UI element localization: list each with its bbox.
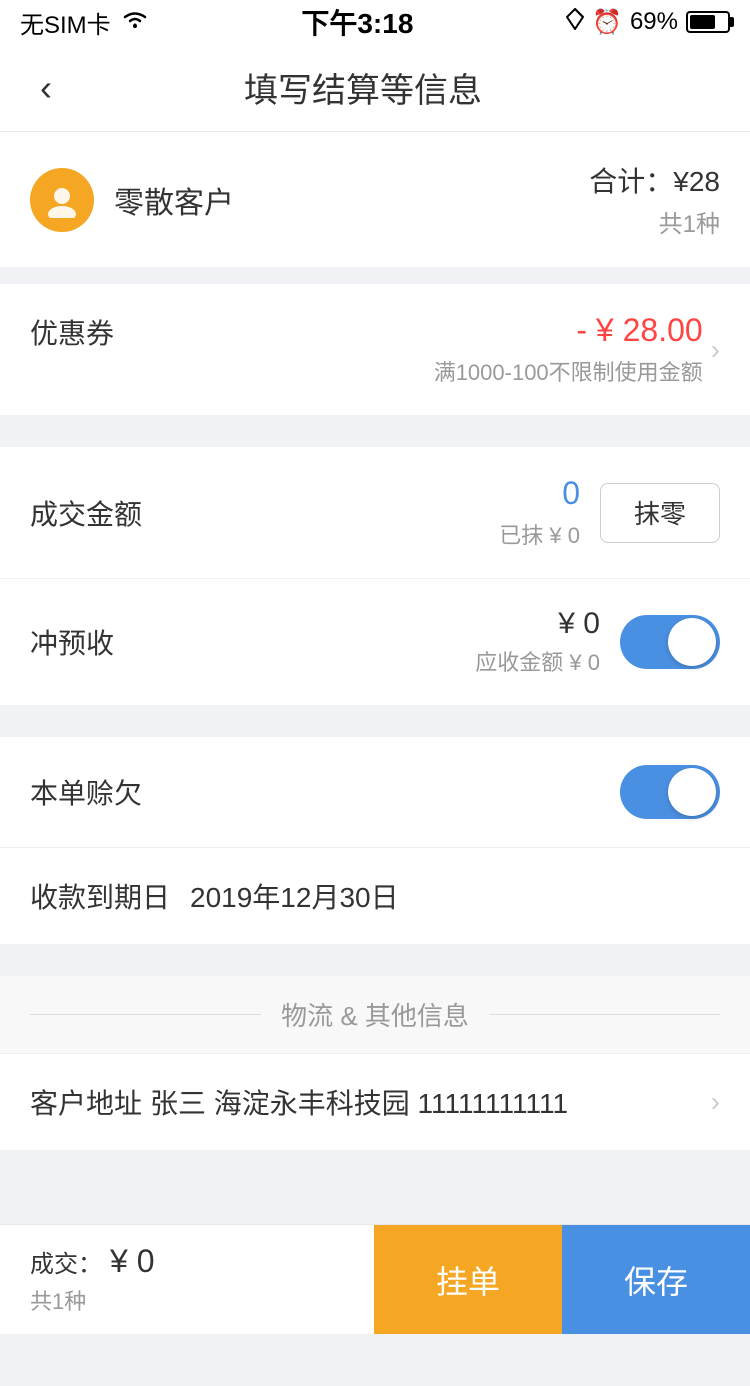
- wifi-icon: [121, 8, 149, 36]
- network-label: 无SIM卡: [20, 5, 111, 40]
- divider-1: [0, 431, 750, 447]
- prereceive-right: ¥ 0 应收金额 ¥ 0: [475, 607, 720, 677]
- coupon-section: 优惠券 - ¥ 28.00 满1000-100不限制使用金额 ›: [0, 283, 750, 415]
- battery-icon: [686, 11, 730, 33]
- toggle-knob: [668, 618, 716, 666]
- credit-label: 本单赊欠: [30, 772, 142, 812]
- customer-total: 合计：¥28: [589, 160, 720, 200]
- bottom-deal-label: 成交：: [30, 1244, 102, 1279]
- address-label: 客户地址: [30, 1082, 150, 1122]
- customer-row: 零散客户 合计：¥28 共1种: [0, 132, 750, 267]
- amount-section: 成交金额 0 已抹 ¥ 0 抹零 冲预收 ¥ 0 应收金额 ¥ 0: [0, 447, 750, 705]
- amount-value[interactable]: 0: [499, 475, 580, 512]
- avatar: [30, 168, 94, 232]
- coupon-value-container: - ¥ 28.00 满1000-100不限制使用金额: [434, 312, 703, 387]
- divider-line-left: [30, 1014, 261, 1015]
- address-arrow-icon: ›: [711, 1086, 720, 1118]
- chevron-right-icon: ›: [711, 334, 720, 366]
- back-button[interactable]: ‹: [30, 57, 62, 119]
- coupon-row[interactable]: 优惠券 - ¥ 28.00 满1000-100不限制使用金额 ›: [0, 283, 750, 415]
- logistics-header: 物流 & 其他信息: [0, 976, 750, 1053]
- prereceive-label: 冲预收: [30, 622, 114, 662]
- credit-row: 本单赊欠: [0, 737, 750, 847]
- bottom-left: 成交： ¥ 0 共1种: [0, 1225, 374, 1334]
- coupon-desc: 满1000-100不限制使用金额: [434, 355, 703, 387]
- credit-section: 本单赊欠 收款到期日 2019年12月30日: [0, 737, 750, 944]
- divider-2: [0, 721, 750, 737]
- amount-sub: 已抹 ¥ 0: [499, 518, 580, 550]
- duedate-label: 收款到期日: [30, 876, 170, 916]
- credit-toggle[interactable]: [620, 765, 720, 819]
- customer-count: 共1种: [589, 204, 720, 239]
- status-left: 无SIM卡: [20, 5, 149, 40]
- bottom-count: 共1种: [30, 1284, 374, 1316]
- customer-right: 合计：¥28 共1种: [589, 160, 720, 239]
- customer-name: 零散客户: [114, 178, 234, 222]
- prereceive-row: 冲预收 ¥ 0 应收金额 ¥ 0: [0, 578, 750, 705]
- credit-toggle-knob: [668, 768, 716, 816]
- customer-section: 零散客户 合计：¥28 共1种: [0, 132, 750, 267]
- status-bar: 无SIM卡 下午3:18 ⏰ 69%: [0, 0, 750, 44]
- divider-line-right: [489, 1014, 720, 1015]
- bottom-bar: 成交： ¥ 0 共1种 挂单 保存: [0, 1224, 750, 1334]
- page-title: 填写结算等信息: [62, 63, 664, 112]
- bottom-deal-row: 成交： ¥ 0: [30, 1243, 374, 1280]
- amount-row: 成交金额 0 已抹 ¥ 0 抹零: [0, 447, 750, 578]
- status-right: ⏰ 69%: [566, 8, 730, 37]
- coupon-right: - ¥ 28.00 满1000-100不限制使用金额 ›: [434, 312, 720, 387]
- hold-button[interactable]: 挂单: [374, 1225, 562, 1334]
- prereceive-main: ¥ 0: [475, 607, 600, 641]
- amount-input-area: 0 已抹 ¥ 0: [499, 475, 580, 550]
- prereceive-toggle[interactable]: [620, 615, 720, 669]
- divider-3: [0, 960, 750, 976]
- round-button[interactable]: 抹零: [600, 483, 720, 543]
- duedate-value: 2019年12月30日: [190, 876, 399, 916]
- duedate-row[interactable]: 收款到期日 2019年12月30日: [0, 847, 750, 944]
- location-icon: [566, 8, 584, 37]
- battery-percent: 69%: [630, 8, 678, 36]
- nav-bar: ‹ 填写结算等信息: [0, 44, 750, 132]
- address-row[interactable]: 客户地址 张三 海淀永丰科技园 11111111111 ›: [0, 1053, 750, 1150]
- address-value: 张三 海淀永丰科技园 11111111111: [150, 1082, 701, 1122]
- amount-label: 成交金额: [30, 493, 142, 533]
- alarm-icon: ⏰: [592, 8, 622, 37]
- status-time: 下午3:18: [301, 2, 413, 42]
- prereceive-sub: 应收金额 ¥ 0: [475, 645, 600, 677]
- coupon-label: 优惠券: [30, 312, 150, 352]
- logistics-label: 物流 & 其他信息: [281, 996, 469, 1033]
- prereceive-values: ¥ 0 应收金额 ¥ 0: [475, 607, 600, 677]
- address-section: 客户地址 张三 海淀永丰科技园 11111111111 ›: [0, 1053, 750, 1150]
- save-button[interactable]: 保存: [562, 1225, 750, 1334]
- coupon-value: - ¥ 28.00: [576, 312, 702, 349]
- bottom-deal-amount: ¥ 0: [110, 1243, 154, 1280]
- amount-right: 0 已抹 ¥ 0 抹零: [499, 475, 720, 550]
- customer-left: 零散客户: [30, 168, 234, 232]
